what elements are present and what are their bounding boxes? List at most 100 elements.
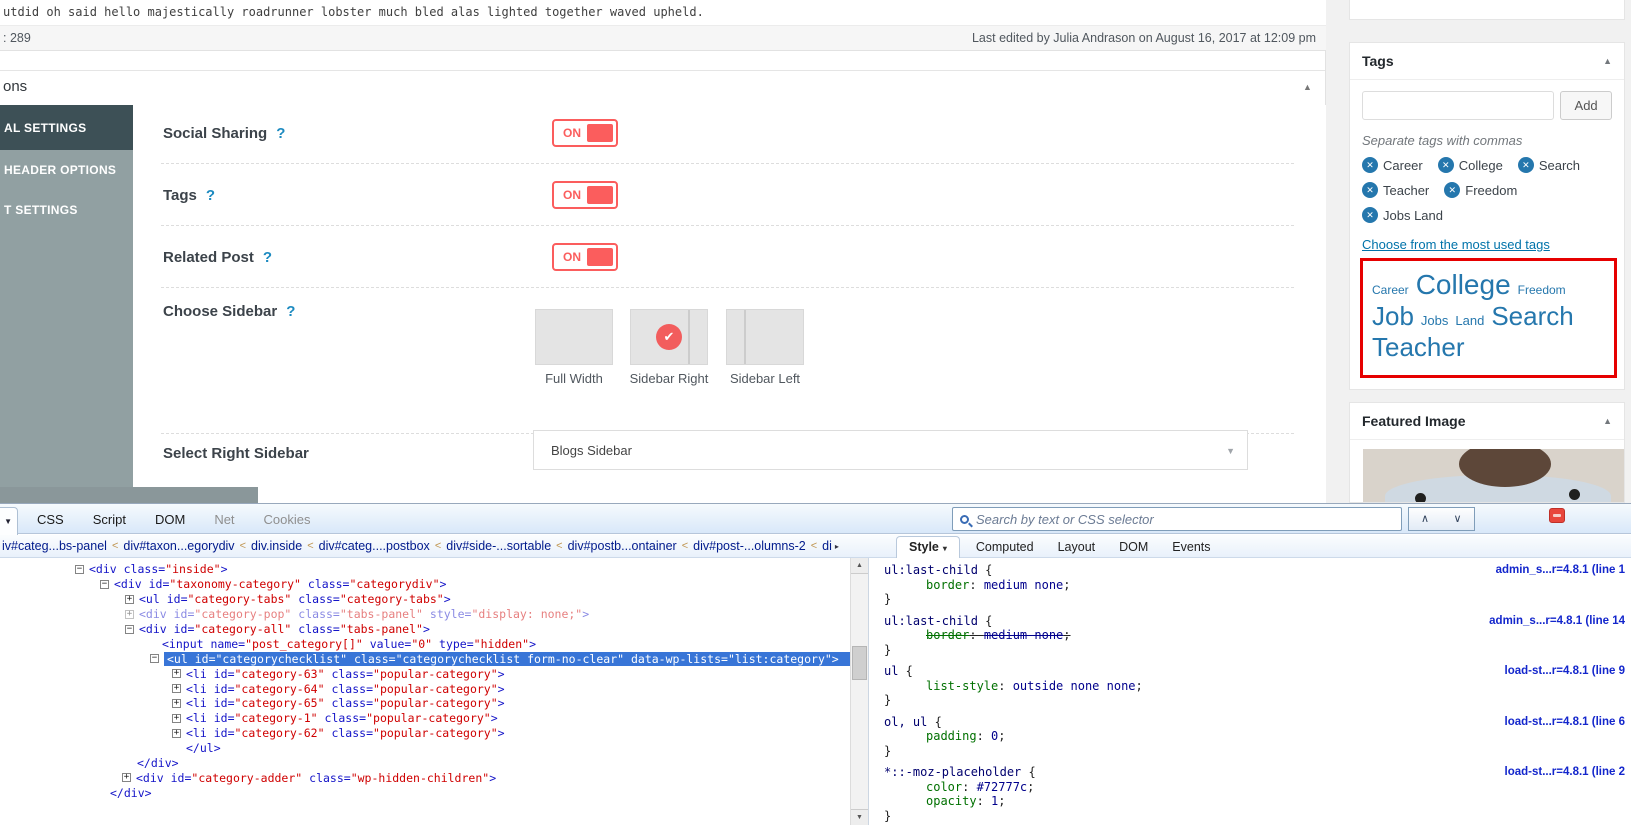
css-file-link[interactable]: admin_s...r=4.8.1 (line 14	[1489, 614, 1625, 629]
remove-tag-icon[interactable]: ✕	[1444, 182, 1461, 198]
settings-tab-1[interactable]: HEADER OPTIONS	[0, 150, 133, 190]
css-property[interactable]: padding: 0;	[884, 729, 1631, 744]
tree-row-15[interactable]: </div>	[0, 785, 850, 800]
devtools-tab-script[interactable]: Script	[93, 512, 126, 527]
tree-row-3[interactable]: + <div id="category-pop" class="tabs-pane…	[0, 607, 850, 622]
scroll-up-icon[interactable]: ▲	[851, 558, 868, 574]
tree-row-11[interactable]: + <li id="category-62" class="popular-cat…	[0, 726, 850, 741]
tree-row-markup[interactable]: <input name="post_category[]" value="0" …	[162, 637, 536, 651]
breadcrumb-item[interactable]: iv#categ...bs-panel	[2, 539, 107, 553]
expand-icon[interactable]: +	[172, 669, 181, 679]
css-file-link[interactable]: load-st...r=4.8.1 (line 2	[1505, 765, 1625, 780]
collapse-arrow-icon[interactable]: ▲	[1303, 82, 1312, 92]
breadcrumb-item[interactable]: div#side-...sortable	[446, 539, 551, 553]
tree-row-markup[interactable]: <li id="category-64" class="popular-cate…	[186, 682, 505, 696]
devtools-tab-cookies[interactable]: Cookies	[264, 512, 311, 527]
devtools-tab-net[interactable]: Net	[214, 512, 234, 527]
settings-tab-2[interactable]: T SETTINGS	[0, 190, 133, 230]
breadcrumb-more-icon[interactable]: ▸	[835, 542, 839, 551]
post-editor-strip[interactable]: utdid oh said hello majestically roadrun…	[0, 0, 1326, 25]
tree-row-markup[interactable]: <div id="taxonomy-category" class="categ…	[114, 577, 446, 591]
collapse-arrow-icon[interactable]: ▲	[1603, 416, 1612, 426]
tree-row-markup[interactable]: <li id="category-65" class="popular-cate…	[186, 696, 505, 710]
tree-row-7[interactable]: + <li id="category-63" class="popular-cat…	[0, 666, 850, 681]
scrollbar-thumb[interactable]	[852, 646, 867, 680]
chevron-down-icon[interactable]: ▼	[4, 517, 12, 526]
devtools-search[interactable]: Search by text or CSS selector	[952, 507, 1402, 531]
tree-row-10[interactable]: + <li id="category-1" class="popular-cate…	[0, 711, 850, 726]
remove-tag-icon[interactable]: ✕	[1362, 182, 1378, 198]
tree-row-8[interactable]: + <li id="category-64" class="popular-cat…	[0, 681, 850, 696]
collapse-icon[interactable]: −	[125, 624, 134, 634]
devtools-tab-css[interactable]: CSS	[37, 512, 64, 527]
tree-row-0[interactable]: − <div class="inside">	[0, 562, 850, 577]
css-file-link[interactable]: load-st...r=4.8.1 (line 9	[1505, 664, 1625, 679]
tree-row-markup[interactable]: <li id="category-63" class="popular-cate…	[186, 667, 505, 681]
tag-cloud-word[interactable]: Career	[1372, 283, 1409, 297]
tree-row-markup[interactable]: <li id="category-1" class="popular-categ…	[186, 711, 498, 725]
tree-row-6[interactable]: − <ul id="categorychecklist" class="categ…	[0, 651, 850, 666]
devtools-tab-html-partial[interactable]: ▼	[0, 507, 18, 535]
search-prev-button[interactable]: ∧	[1408, 507, 1442, 531]
expand-icon[interactable]: +	[122, 773, 131, 783]
tree-row-markup[interactable]: <div id="category-adder" class="wp-hidde…	[136, 771, 496, 785]
tree-row-markup[interactable]: </div>	[137, 756, 179, 770]
devtools-tab-dom[interactable]: DOM	[155, 512, 185, 527]
tree-row-4[interactable]: − <div id="category-all" class="tabs-pane…	[0, 622, 850, 637]
breadcrumb-item[interactable]: div#postb...ontainer	[568, 539, 677, 553]
toggle-social-sharing[interactable]: ON	[552, 119, 618, 147]
remove-tag-icon[interactable]: ✕	[1362, 207, 1378, 223]
tree-row-14[interactable]: + <div id="category-adder" class="wp-hidd…	[0, 770, 850, 785]
side-tab-events[interactable]: Events	[1160, 537, 1222, 558]
css-property[interactable]: color: #72777c;	[884, 780, 1631, 795]
post-editor-text[interactable]: utdid oh said hello majestically roadrun…	[0, 0, 1326, 19]
toggle-related-post[interactable]: ON	[552, 243, 618, 271]
breadcrumb-item[interactable]: div#categ....postbox	[319, 539, 430, 553]
sidebar-option-right[interactable]: ✔	[630, 309, 708, 365]
featured-image-thumbnail[interactable]	[1363, 449, 1624, 502]
expand-icon[interactable]: +	[172, 713, 181, 723]
expand-icon[interactable]: +	[125, 594, 134, 604]
tree-row-1[interactable]: − <div id="taxonomy-category" class="cate…	[0, 577, 850, 592]
help-icon[interactable]: ?	[286, 303, 295, 320]
tree-row-13[interactable]: </div>	[0, 756, 850, 771]
add-tag-button[interactable]: Add	[1560, 91, 1612, 120]
tree-row-markup[interactable]: </div>	[110, 786, 152, 800]
collapse-icon[interactable]: −	[75, 564, 84, 574]
tree-row-5[interactable]: <input name="post_category[]" value="0" …	[0, 636, 850, 651]
search-next-button[interactable]: ∨	[1441, 507, 1475, 531]
expand-icon[interactable]: +	[172, 698, 181, 708]
tag-input[interactable]	[1362, 91, 1555, 120]
breadcrumb-item[interactable]: di	[822, 539, 832, 553]
tag-cloud-word[interactable]: Teacher	[1372, 332, 1465, 362]
scroll-down-icon[interactable]: ▼	[851, 809, 868, 825]
tag-cloud-word[interactable]: Job	[1372, 301, 1414, 331]
breadcrumb-item[interactable]: div.inside	[251, 539, 302, 553]
side-tab-layout[interactable]: Layout	[1046, 537, 1108, 558]
tree-row-markup[interactable]: <ul id="categorychecklist" class="catego…	[164, 651, 850, 666]
side-tab-style[interactable]: Style ▾	[896, 536, 960, 559]
breadcrumb-item[interactable]: div#taxon...egorydiv	[123, 539, 234, 553]
remove-tag-icon[interactable]: ✕	[1362, 157, 1378, 173]
expand-icon[interactable]: +	[172, 684, 181, 694]
remove-tag-icon[interactable]: ✕	[1437, 157, 1454, 173]
expand-icon[interactable]: +	[172, 728, 181, 738]
css-property[interactable]: opacity: 1;	[884, 794, 1631, 809]
tree-row-markup[interactable]: <div id="category-all" class="tabs-panel…	[139, 622, 430, 636]
breadcrumb-item[interactable]: div#post-...olumns-2	[693, 539, 806, 553]
toggle-knob[interactable]	[587, 248, 613, 266]
side-tab-computed[interactable]: Computed	[964, 537, 1046, 558]
most-used-tags-link[interactable]: Choose from the most used tags	[1362, 237, 1550, 252]
collapse-icon[interactable]: −	[150, 654, 159, 664]
css-property[interactable]: border: medium none;	[884, 628, 1631, 643]
css-property[interactable]: border: medium none;	[884, 578, 1631, 593]
html-tree-scrollbar[interactable]: ▲ ▼	[850, 558, 868, 825]
collapse-icon[interactable]: −	[100, 579, 109, 589]
tree-row-markup[interactable]: <ul id="category-tabs" class="category-t…	[139, 592, 451, 606]
css-file-link[interactable]: admin_s...r=4.8.1 (line 1	[1496, 563, 1625, 578]
help-icon[interactable]: ?	[206, 187, 215, 204]
sidebar-option-full[interactable]	[535, 309, 613, 365]
featured-panel-header[interactable]: Featured Image ▲	[1350, 403, 1624, 440]
sidebar-option-left[interactable]	[726, 309, 804, 365]
tag-cloud-word[interactable]: Freedom	[1518, 283, 1566, 297]
